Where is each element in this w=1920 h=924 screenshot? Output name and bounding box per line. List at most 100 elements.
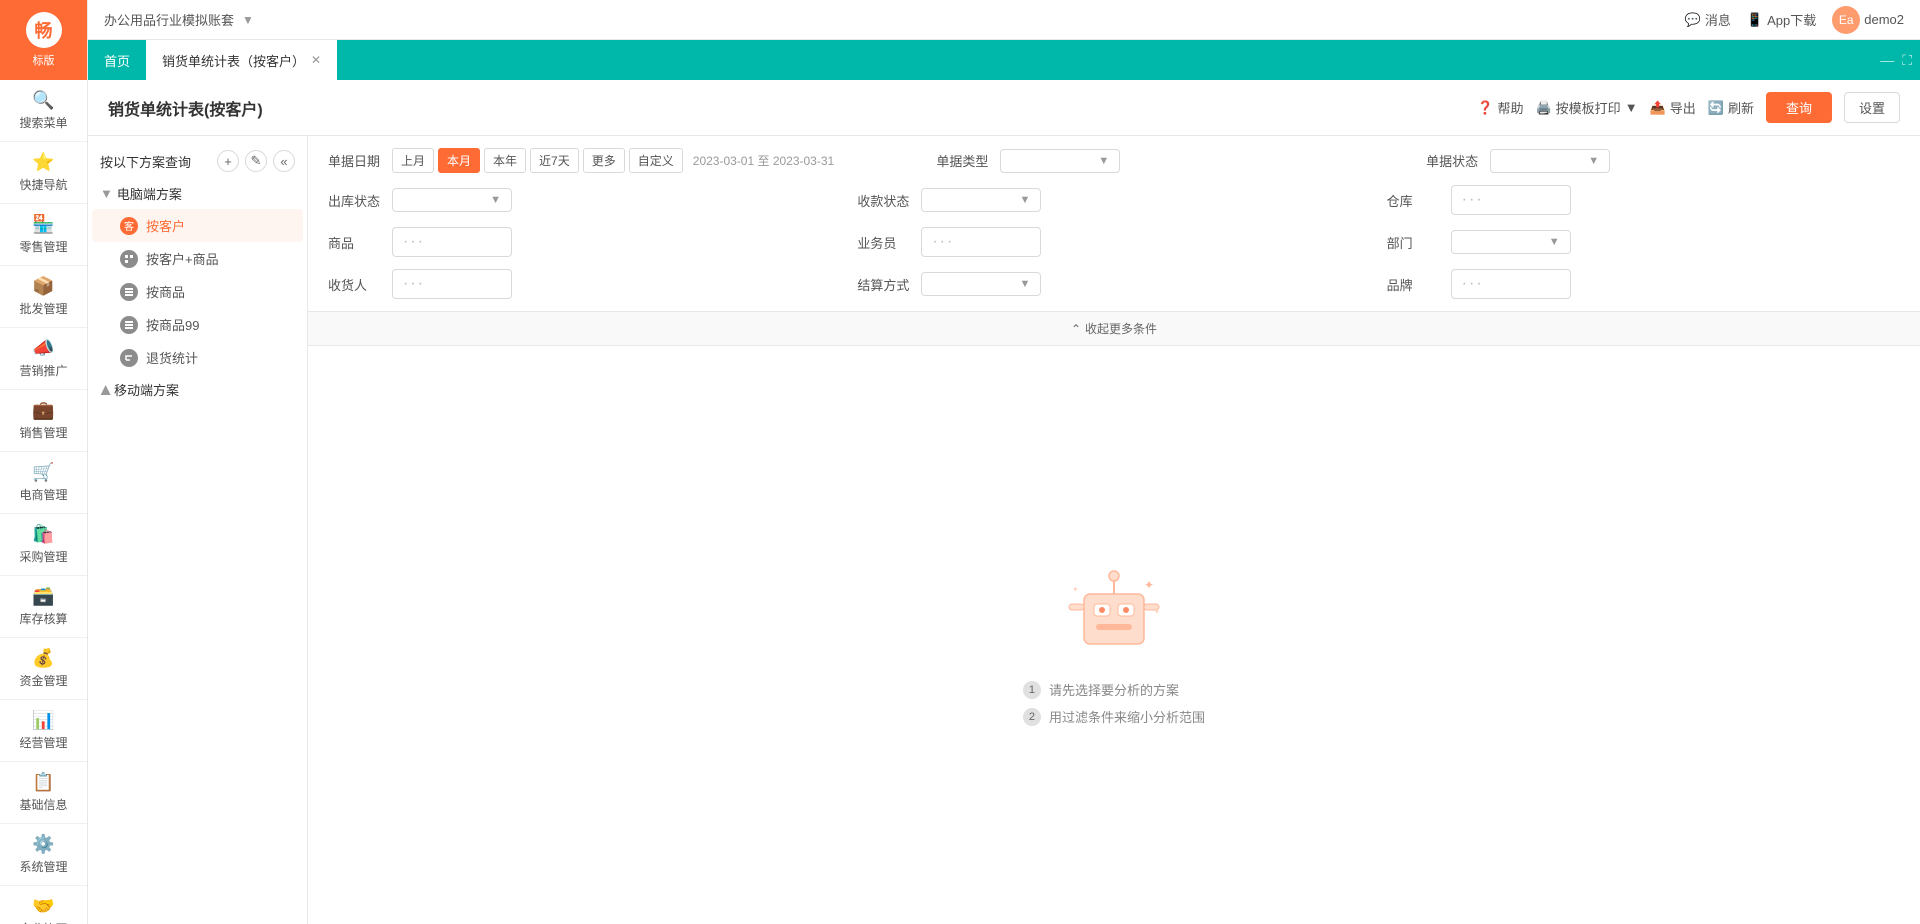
- app-download-label: App下载: [1767, 10, 1816, 29]
- help-btn[interactable]: ❓ 帮助: [1477, 98, 1523, 117]
- department-select[interactable]: ▼: [1451, 230, 1571, 254]
- out-status-select[interactable]: ▼: [392, 188, 512, 212]
- sidebar-item-inventory[interactable]: 🗃️ 库存核算: [0, 576, 87, 638]
- scheme-group-desktop: ▼ 电脑端方案 客 按客户 按客户+商品: [88, 178, 307, 374]
- date-tab-custom[interactable]: 自定义: [629, 148, 683, 173]
- sidebar-item-system[interactable]: ⚙️ 系统管理: [0, 824, 87, 886]
- scheme-header: 按以下方案查询 + ✎ «: [88, 144, 307, 178]
- message-btn[interactable]: 💬 消息: [1685, 10, 1731, 29]
- ecommerce-icon: 🛒: [32, 462, 54, 483]
- app-download-btn[interactable]: 📱 App下载: [1747, 10, 1816, 29]
- receipt-status-select[interactable]: ▼: [921, 188, 1041, 212]
- scheme-return-icon: [120, 349, 138, 367]
- scheme-edit-btn[interactable]: ✎: [245, 150, 267, 172]
- tab-report[interactable]: 销货单统计表（按客户） ✕: [146, 40, 337, 80]
- date-tab-more[interactable]: 更多: [583, 148, 625, 173]
- receiver-select[interactable]: ···: [392, 269, 512, 299]
- warehouse-select[interactable]: ···: [1451, 185, 1571, 215]
- scheme-group-desktop-title[interactable]: ▼ 电脑端方案: [92, 178, 303, 209]
- scheme-collapse-btn[interactable]: «: [273, 150, 295, 172]
- tab-home[interactable]: 首页: [88, 40, 146, 80]
- sidebar-item-basic-label: 基础信息: [19, 796, 67, 813]
- user-initial: Ea: [1839, 13, 1854, 27]
- scheme-group-mobile-title[interactable]: ▶ 移动端方案: [92, 374, 303, 405]
- app-logo: 畅 标版: [0, 0, 87, 80]
- receipt-status-label: 收款状态: [857, 191, 913, 210]
- department-arrow-icon: ▼: [1549, 236, 1560, 248]
- collapse-bar[interactable]: ⌃ 收起更多条件: [308, 312, 1920, 346]
- scheme-item-by-customer[interactable]: 客 按客户: [92, 209, 303, 242]
- group-desktop-label: 电脑端方案: [117, 184, 182, 203]
- sidebar-item-purchase[interactable]: 🛍️ 采购管理: [0, 514, 87, 576]
- refresh-btn[interactable]: 🔄 刷新: [1708, 98, 1754, 117]
- sidebar-item-finance[interactable]: 💰 资金管理: [0, 638, 87, 700]
- date-tab-thismonth[interactable]: 本月: [438, 148, 480, 173]
- tab-bar: 首页 销货单统计表（按客户） ✕ — ⛶: [88, 40, 1920, 80]
- filter-row-3: 商品 ··· 业务员 ··· 部门: [328, 227, 1900, 257]
- app-subtitle: 标版: [33, 52, 55, 68]
- doc-status-select[interactable]: ▼: [1490, 149, 1610, 173]
- scheme-item-by-customer-product[interactable]: 按客户+商品: [92, 242, 303, 275]
- product-select[interactable]: ···: [392, 227, 512, 257]
- user-profile-btn[interactable]: Ea demo2: [1832, 6, 1904, 34]
- salesperson-label: 业务员: [857, 233, 913, 252]
- retail-icon: 🏪: [32, 214, 54, 235]
- date-tabs: 上月 本月 本年 近7天 更多 自定义 2023-03-01 至 2023-03…: [392, 148, 920, 173]
- date-tab-lastmonth[interactable]: 上月: [392, 148, 434, 173]
- brand-select[interactable]: ···: [1451, 269, 1571, 299]
- salesperson-select[interactable]: ···: [921, 227, 1041, 257]
- sales-icon: 💼: [32, 400, 54, 421]
- tab-close-icon[interactable]: ✕: [311, 53, 321, 67]
- date-tab-7days[interactable]: 近7天: [530, 148, 579, 173]
- doc-type-select[interactable]: ▼: [1000, 149, 1120, 173]
- sidebar-item-search-label: 搜索菜单: [19, 114, 67, 131]
- edit-icon: ✎: [251, 153, 262, 169]
- sidebar-item-ecommerce[interactable]: 🛒 电商管理: [0, 452, 87, 514]
- doc-status-arrow-icon: ▼: [1588, 155, 1599, 167]
- top-header: 办公用品行业模拟账套 ▼ 💬 消息 📱 App下载 Ea demo2: [88, 0, 1920, 40]
- filter-settlement: 结算方式 ▼: [857, 272, 1370, 296]
- page-content: 销货单统计表(按客户) ❓ 帮助 🖨️ 按模板打印 ▼ 📤 导出 🔄 刷新: [88, 80, 1920, 924]
- sidebar-item-sales[interactable]: 💼 销售管理: [0, 390, 87, 452]
- scheme-product-icon: [120, 283, 138, 301]
- scheme-customer-product-label: 按客户+商品: [146, 249, 219, 268]
- empty-msg-1: 1 请先选择要分析的方案: [1023, 680, 1205, 699]
- window-maximize-btn[interactable]: ⛶: [1902, 52, 1912, 69]
- right-panel: 单据日期 上月 本月 本年 近7天 更多 自定义 2023-03-01 至 20…: [308, 136, 1920, 924]
- sidebar-item-enterprise[interactable]: 🤝 企业协同: [0, 886, 87, 924]
- help-icon: ❓: [1477, 100, 1493, 116]
- settings-button[interactable]: 设置: [1844, 92, 1900, 123]
- sidebar-item-marketing[interactable]: 📣 营销推广: [0, 328, 87, 390]
- scheme-customer-icon: 客: [120, 217, 138, 235]
- svg-text:✦: ✦: [1072, 585, 1079, 594]
- content-body: 按以下方案查询 + ✎ « ▼: [88, 136, 1920, 924]
- sidebar-item-enterprise-label: 企业协同: [19, 920, 67, 924]
- group-arrow-icon: ▼: [100, 186, 113, 201]
- window-minimize-btn[interactable]: —: [1880, 52, 1894, 69]
- date-tab-thisyear[interactable]: 本年: [484, 148, 526, 173]
- nav-dropdown-icon[interactable]: ▼: [242, 13, 254, 27]
- sidebar-item-basic[interactable]: 📋 基础信息: [0, 762, 87, 824]
- receiver-ellipsis: ···: [403, 275, 425, 293]
- scheme-item-by-product[interactable]: 按商品: [92, 275, 303, 308]
- chevron-up-icon: ⌃: [1071, 322, 1081, 336]
- sidebar-item-retail[interactable]: 🏪 零售管理: [0, 204, 87, 266]
- scheme-item-return-stats[interactable]: 退货统计: [92, 341, 303, 374]
- print-btn[interactable]: 🖨️ 按模板打印 ▼: [1535, 98, 1637, 117]
- print-dropdown-icon[interactable]: ▼: [1625, 100, 1638, 115]
- scheme-customer-product-icon: [120, 250, 138, 268]
- sidebar-item-shortcut[interactable]: ⭐ 快捷导航: [0, 142, 87, 204]
- scheme-item-by-product99[interactable]: 按商品99: [92, 308, 303, 341]
- sidebar-item-search[interactable]: 🔍 搜索菜单: [0, 80, 87, 142]
- title-actions: ❓ 帮助 🖨️ 按模板打印 ▼ 📤 导出 🔄 刷新 查询 设置: [1477, 92, 1900, 123]
- scheme-add-btn[interactable]: +: [217, 150, 239, 172]
- settlement-arrow-icon: ▼: [1019, 278, 1030, 290]
- sidebar-item-marketing-label: 营销推广: [19, 362, 67, 379]
- refresh-icon: 🔄: [1708, 100, 1724, 116]
- sidebar-item-wholesale[interactable]: 📦 批发管理: [0, 266, 87, 328]
- page-title-bar: 销货单统计表(按客户) ❓ 帮助 🖨️ 按模板打印 ▼ 📤 导出 🔄 刷新: [88, 80, 1920, 136]
- settlement-select[interactable]: ▼: [921, 272, 1041, 296]
- sidebar-item-operations[interactable]: 📊 经营管理: [0, 700, 87, 762]
- query-button[interactable]: 查询: [1766, 92, 1832, 123]
- export-btn[interactable]: 📤 导出: [1650, 98, 1696, 117]
